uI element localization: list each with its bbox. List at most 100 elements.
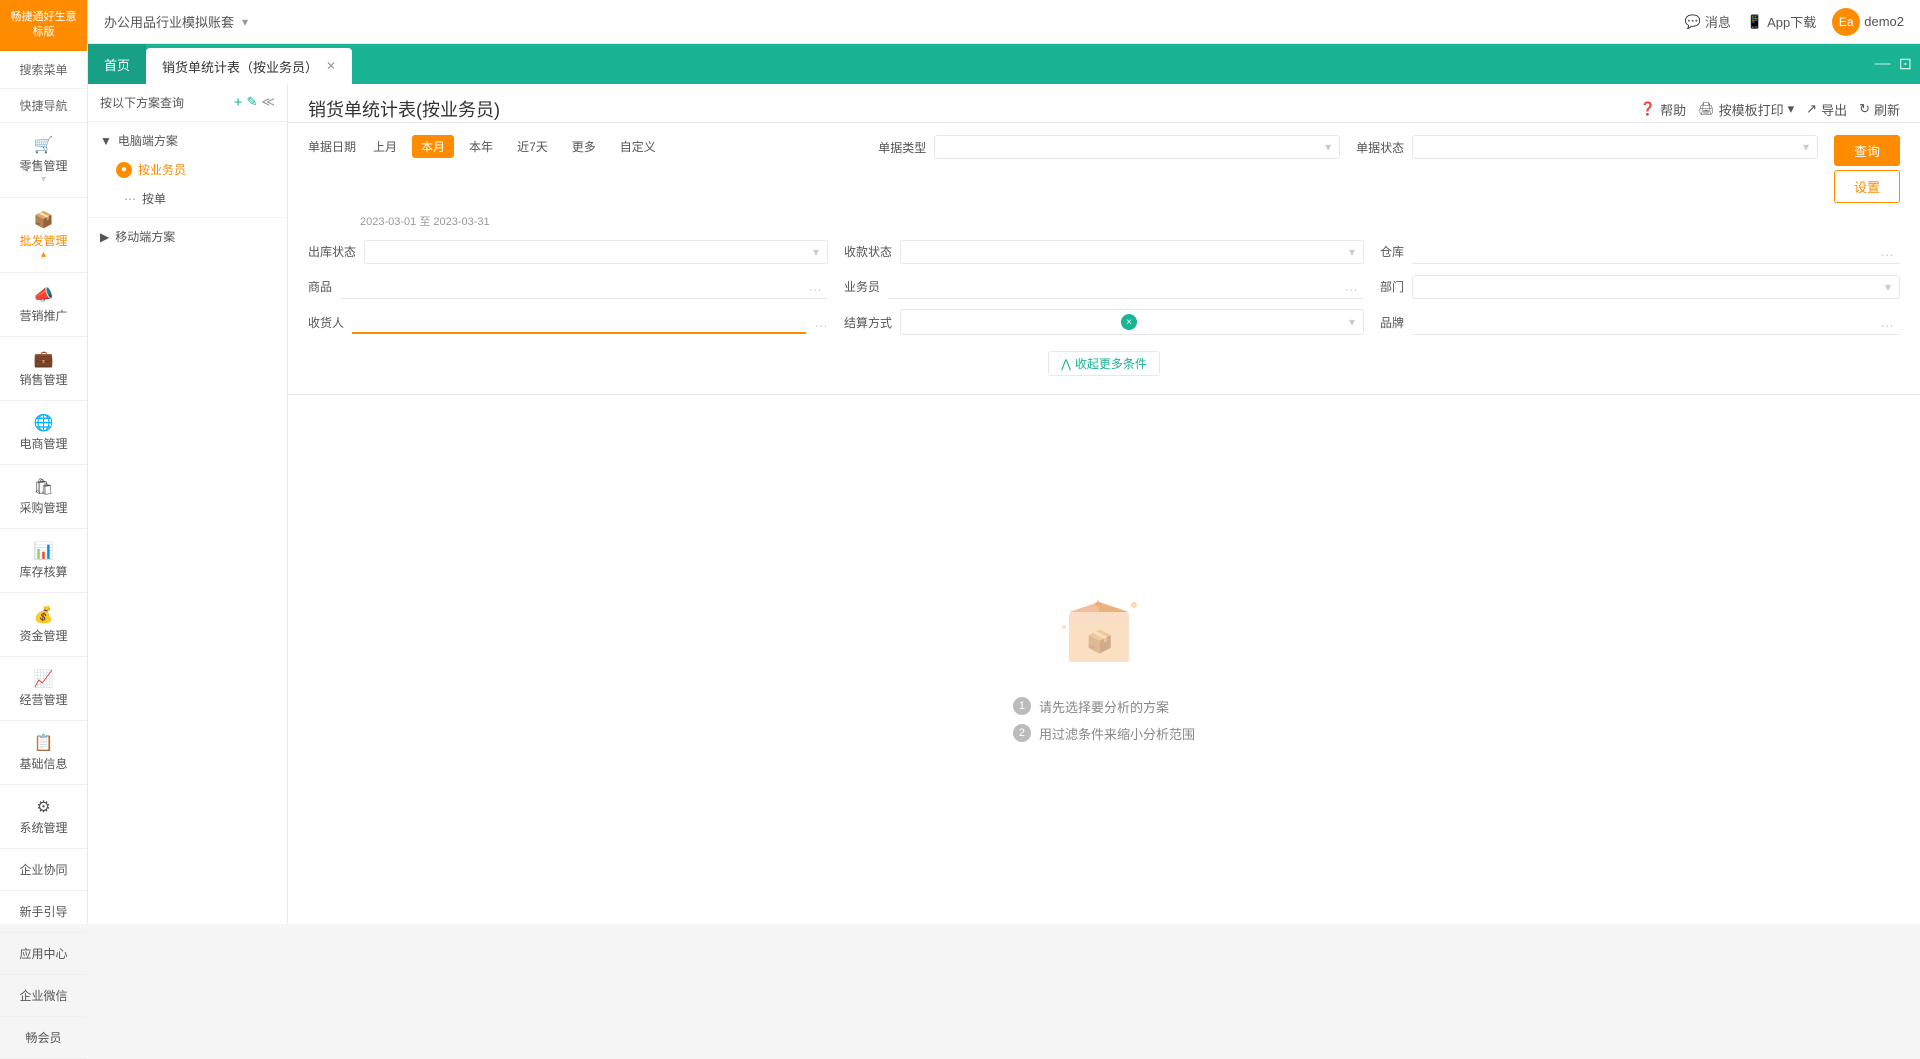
- sidebar-item-operation[interactable]: 📈 经营管理: [0, 657, 87, 721]
- print-icon: 🖨: [1698, 101, 1715, 117]
- doc-type-select[interactable]: ▾: [934, 135, 1340, 159]
- tab-close-icon[interactable]: ✕: [326, 59, 336, 73]
- page-header: 销货单统计表(按业务员) ❓ 帮助 🖨 按模板打印 ▾ ↗ 导出: [288, 84, 1920, 123]
- salesperson-input-area[interactable]: …: [888, 274, 1364, 299]
- tip-num-2: 2: [1013, 724, 1031, 742]
- sidebar-item-system[interactable]: ⚙ 系统管理: [0, 785, 87, 849]
- sidebar-item-purchase[interactable]: 🛍 采购管理: [0, 465, 87, 529]
- doc-status-caret: ▾: [1803, 140, 1809, 154]
- date-btn-lastmonth[interactable]: 上月: [364, 135, 406, 158]
- warehouse-input-area[interactable]: …: [1412, 239, 1900, 264]
- tab-home[interactable]: 首页: [88, 44, 146, 84]
- sidebar-item-wechat[interactable]: 企业微信: [0, 975, 87, 1017]
- goods-filter: 商品 …: [308, 274, 828, 299]
- sidebar-item-appstore[interactable]: 应用中心: [0, 933, 87, 975]
- user-avatar-area[interactable]: Ea demo2: [1832, 8, 1904, 36]
- consignee-input[interactable]: [352, 310, 806, 334]
- tab-minimize-icon[interactable]: —: [1875, 55, 1891, 73]
- scheme-group-mobile-header[interactable]: ▶ 移动端方案: [88, 222, 287, 251]
- sidebar-item-sales[interactable]: 💼 销售管理: [0, 337, 87, 401]
- sidebar-item-finance[interactable]: 💰 资金管理: [0, 593, 87, 657]
- print-button[interactable]: 🖨 按模板打印 ▾: [1698, 100, 1794, 119]
- add-scheme-icon[interactable]: +: [234, 94, 243, 111]
- dept-select[interactable]: ▾: [1412, 275, 1900, 299]
- edit-scheme-icon[interactable]: ✎: [246, 94, 257, 111]
- filter-area: 单据日期 上月 本月 本年 近7天 更多 自定义 单据类型: [288, 123, 1920, 395]
- chevron-right-icon: ▶: [100, 230, 109, 244]
- action-buttons-area: 查询 设置: [1834, 135, 1900, 203]
- message-button[interactable]: 💬 消息: [1685, 12, 1731, 31]
- goods-dots: …: [808, 278, 822, 294]
- search-menu-item[interactable]: 搜索菜单: [0, 51, 87, 89]
- sub-icon: ⋯: [124, 192, 136, 206]
- collapse-button[interactable]: ⋀ 收起更多条件: [1048, 351, 1160, 376]
- consignee-label: 收货人: [308, 314, 344, 331]
- refresh-button[interactable]: ↻ 刷新: [1859, 100, 1900, 119]
- app-download-button[interactable]: 📱 App下载: [1747, 12, 1816, 31]
- goods-input-area[interactable]: …: [340, 274, 828, 299]
- left-panel-header: 按以下方案查询 + ✎ ≪: [88, 84, 287, 122]
- tab-maximize-icon[interactable]: ⊡: [1899, 54, 1912, 74]
- tab-sales-stat[interactable]: 销货单统计表（按业务员） ✕: [146, 48, 352, 84]
- settlement-clear-button[interactable]: ×: [1121, 314, 1137, 330]
- settlement-caret: ▾: [1349, 315, 1355, 329]
- date-btn-more[interactable]: 更多: [563, 135, 605, 158]
- settlement-select[interactable]: × ▾: [900, 309, 1364, 335]
- salesperson-filter: 业务员 …: [844, 274, 1364, 299]
- sidebar-item-ecommerce[interactable]: 🌐 电商管理: [0, 401, 87, 465]
- warehouse-dots: …: [1880, 243, 1894, 259]
- scheme-item-by-salesperson[interactable]: ● 按业务员: [88, 155, 287, 184]
- doc-status-filter: 单据状态 ▾: [1356, 135, 1818, 159]
- sidebar-item-basic-info[interactable]: 📋 基础信息: [0, 721, 87, 785]
- receipt-status-label: 收款状态: [844, 243, 892, 260]
- empty-tip-1: 1 请先选择要分析的方案: [1013, 697, 1195, 716]
- warehouse-filter: 仓库 …: [1380, 239, 1900, 264]
- collapse-panel-icon[interactable]: ≪: [261, 94, 275, 111]
- left-panel-actions: + ✎ ≪: [234, 94, 275, 111]
- active-scheme-dot: ●: [116, 162, 132, 178]
- out-status-select[interactable]: ▾: [364, 240, 828, 264]
- date-btn-thismonth[interactable]: 本月: [412, 135, 454, 158]
- quick-nav-item[interactable]: 快捷导航: [0, 89, 87, 123]
- app-title-dropdown[interactable]: ▾: [242, 15, 248, 29]
- receipt-status-filter: 收款状态 ▾: [844, 240, 1364, 264]
- date-filter-item: 单据日期 上月 本月 本年 近7天 更多 自定义: [308, 135, 862, 158]
- date-range-display: 2023-03-01 至 2023-03-31: [308, 213, 1900, 229]
- help-icon: ❓: [1640, 101, 1656, 117]
- out-status-label: 出库状态: [308, 243, 356, 260]
- sidebar-item-vip[interactable]: 畅会员: [0, 1017, 87, 1059]
- settings-button[interactable]: 设置: [1834, 170, 1900, 203]
- doc-type-filter: 单据类型 ▾: [878, 135, 1340, 159]
- page-title: 销货单统计表(按业务员): [308, 96, 500, 122]
- download-icon: 📱: [1747, 14, 1763, 30]
- sidebar-item-retail[interactable]: 🛒 零售管理 ▾: [0, 123, 87, 198]
- filter-row-4: 收货人 … 结算方式 × ▾: [308, 309, 1900, 335]
- settlement-label: 结算方式: [844, 314, 892, 331]
- scheme-item-by-order[interactable]: ⋯ 按单: [88, 184, 287, 213]
- sidebar-item-inventory[interactable]: 📊 库存核算: [0, 529, 87, 593]
- query-button[interactable]: 查询: [1834, 135, 1900, 166]
- sidebar-item-newuser[interactable]: 新手引导: [0, 891, 87, 933]
- content-area: 按以下方案查询 + ✎ ≪ ▼ 电脑端方案 ● 按业务员: [88, 84, 1920, 924]
- date-btn-7days[interactable]: 近7天: [508, 135, 557, 158]
- scheme-group-pc-header[interactable]: ▼ 电脑端方案: [88, 126, 287, 155]
- help-button[interactable]: ❓ 帮助: [1640, 100, 1686, 119]
- sidebar-item-wholesale[interactable]: 📦 批发管理 ▴: [0, 198, 87, 273]
- export-button[interactable]: ↗ 导出: [1806, 100, 1847, 119]
- doc-status-label: 单据状态: [1356, 139, 1404, 156]
- logo-area[interactable]: 畅捷通好生意 标版: [0, 0, 87, 51]
- receipt-status-select[interactable]: ▾: [900, 240, 1364, 264]
- chevron-down-icon: ▼: [100, 134, 112, 148]
- doc-status-select[interactable]: ▾: [1412, 135, 1818, 159]
- brand-dots: …: [1880, 314, 1894, 330]
- sidebar-item-enterprise[interactable]: 企业协同: [0, 849, 87, 891]
- brand-input-area[interactable]: …: [1412, 310, 1900, 335]
- brand-filter: 品牌 …: [1380, 310, 1900, 335]
- date-btn-thisyear[interactable]: 本年: [460, 135, 502, 158]
- date-btn-custom[interactable]: 自定义: [611, 135, 665, 158]
- print-dropdown-icon[interactable]: ▾: [1788, 101, 1795, 117]
- sidebar-item-marketing[interactable]: 📣 营销推广: [0, 273, 87, 337]
- tab-bar-actions: — ⊡: [1875, 44, 1920, 84]
- consignee-dots[interactable]: …: [814, 314, 828, 330]
- salesperson-label: 业务员: [844, 278, 880, 295]
